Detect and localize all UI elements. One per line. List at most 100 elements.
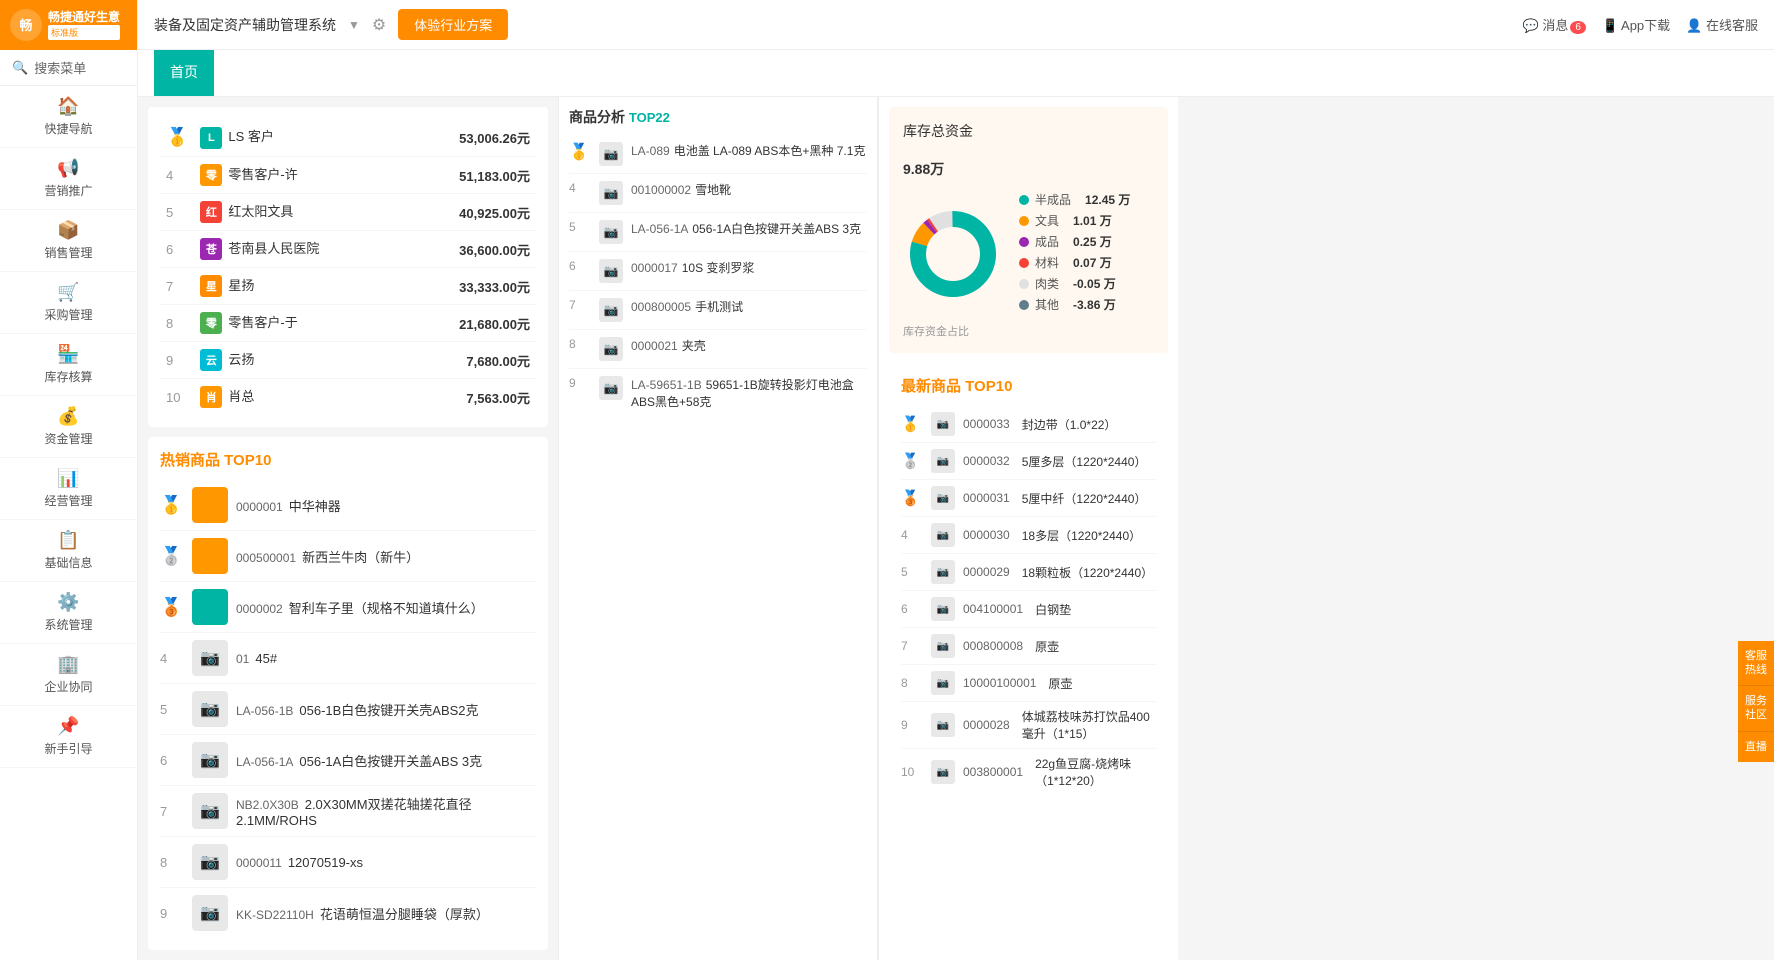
product-info: 001000002雪地靴	[631, 181, 867, 198]
product-image: 📷	[599, 298, 623, 322]
float-btn-community[interactable]: 服务社区	[1738, 686, 1774, 732]
sidebar-item-label: 采购管理	[44, 306, 92, 323]
sidebar-item-company[interactable]: 🏢 企业协同	[0, 644, 137, 706]
list-item: 9📷0000028体城荔枝味苏打饮品400毫升（1*15）	[901, 702, 1156, 749]
customer-badge: 零	[200, 312, 222, 334]
sidebar-item-label: 快捷导航	[44, 120, 92, 137]
sidebar-item-label: 经营管理	[44, 492, 92, 509]
sidebar-item-base[interactable]: 📋 基础信息	[0, 520, 137, 582]
sidebar-item-home[interactable]: 🏠 快捷导航	[0, 86, 137, 148]
sidebar-item-market[interactable]: 📢 营销推广	[0, 148, 137, 210]
placeholder-icon: 📷	[937, 641, 949, 652]
legend-item: 半成品12.45 万	[1019, 191, 1130, 208]
float-btn-service[interactable]: 客服热线	[1738, 641, 1774, 687]
sidebar: 畅 畅捷通好生意 标准版 🔍 搜索菜单 🏠 快捷导航 📢 营销推广 📦 销售管理…	[0, 0, 138, 960]
search-icon: 🔍	[12, 60, 28, 76]
product-image: 📷	[192, 691, 228, 727]
donut-section: 半成品12.45 万文具1.01 万成品0.25 万材料0.07 万肉类-0.0…	[903, 191, 1154, 317]
legend-label: 肉类	[1035, 275, 1059, 292]
product-info: 000001710S 变刹罗浆	[631, 259, 867, 276]
guide-icon: 📌	[57, 716, 79, 737]
search-menu[interactable]: 🔍 搜索菜单	[0, 50, 137, 86]
sidebar-item-label: 新手引导	[44, 740, 92, 757]
product-code: 000500001	[236, 551, 296, 565]
legend-value: 0.07 万	[1073, 254, 1112, 271]
product-name: 056-1B白色按键开关壳ABS2克	[299, 703, 478, 718]
product-image: 📷	[931, 449, 955, 473]
trial-btn[interactable]: 体验行业方案	[398, 9, 508, 40]
rank-cell: 10	[160, 379, 194, 416]
legend-dot	[1019, 237, 1029, 247]
online-service-btn[interactable]: 👤 在线客服	[1686, 15, 1758, 34]
customer-name-cell: 零零售客户-许	[194, 157, 403, 194]
list-item: 5📷LA-056-1A056-1A白色按键开关盖ABS 3克	[569, 213, 867, 252]
legend-label: 其他	[1035, 296, 1059, 313]
content-area: 🥇LLS 客户53,006.26元4零零售客户-许51,183.00元5红红太阳…	[138, 97, 1774, 960]
placeholder-icon: 📷	[604, 147, 619, 161]
search-label: 搜索菜单	[34, 58, 86, 77]
sidebar-item-guide[interactable]: 📌 新手引导	[0, 706, 137, 768]
product-code: 0000031	[963, 491, 1010, 505]
sidebar-item-ops[interactable]: 📊 经营管理	[0, 458, 137, 520]
list-item: 🥇0000001中华神器	[160, 480, 536, 531]
product-image: 📷	[192, 640, 228, 676]
product-image: 📷	[931, 560, 955, 584]
purchase-icon: 🛒	[57, 282, 79, 303]
sidebar-item-label: 营销推广	[44, 182, 92, 199]
placeholder-icon: 📷	[937, 419, 949, 430]
product-image: 📷	[599, 376, 623, 400]
rank-cell: 5	[160, 194, 194, 231]
page-nav: 首页	[138, 50, 1774, 97]
product-image: 📷	[192, 742, 228, 778]
product-name: 雪地靴	[695, 183, 731, 197]
mid-products-list: 🥇📷LA-089电池盖 LA-089 ABS本色+黑种 7.1克4📷001000…	[569, 135, 867, 417]
product-info: 0145#	[236, 651, 277, 666]
amount-cell: 33,333.00元	[404, 268, 536, 305]
placeholder-icon: 📷	[604, 264, 619, 278]
list-item: 8📷000001112070519-xs	[160, 837, 536, 888]
app-download-btn[interactable]: 📱 App下载	[1602, 15, 1670, 34]
product-info: 000500001 新西兰牛肉（新牛）	[236, 547, 419, 566]
sidebar-item-finance[interactable]: 💰 资金管理	[0, 396, 137, 458]
sales-icon: 📦	[57, 220, 79, 241]
product-name: 10S 变刹罗浆	[682, 261, 755, 275]
rank-cell: 🥇	[160, 119, 194, 157]
product-name: 18颗粒板（1220*2440）	[1022, 564, 1153, 581]
sidebar-item-sales[interactable]: 📦 销售管理	[0, 210, 137, 272]
amount-cell: 21,680.00元	[404, 305, 536, 342]
gear-icon[interactable]: ⚙	[372, 15, 386, 35]
rank-badge: 🥈	[160, 546, 184, 567]
product-code: 004100001	[963, 602, 1023, 616]
product-name: 45#	[255, 651, 277, 666]
placeholder-icon: 📷	[200, 648, 220, 668]
product-info: 000800005手机测试	[631, 298, 867, 315]
rank-cell: 7	[160, 268, 194, 305]
placeholder-icon: 📷	[937, 530, 949, 541]
placeholder-icon: 📷	[937, 456, 949, 467]
list-item: 4📷000003018多层（1220*2440）	[901, 517, 1156, 554]
product-info: 0000002智利车子里（规格不知道填什么）	[236, 598, 484, 617]
base-icon: 📋	[57, 530, 79, 551]
legend-item: 肉类-0.05 万	[1019, 275, 1130, 292]
customer-badge: L	[200, 127, 222, 149]
system-title: 装备及固定资产辅助管理系统	[154, 15, 336, 35]
legend-dot	[1019, 195, 1029, 205]
legend-value: 0.25 万	[1073, 233, 1112, 250]
product-image: 📷	[931, 486, 955, 510]
sidebar-item-system[interactable]: ⚙️ 系统管理	[0, 582, 137, 644]
list-item: 5📷LA-056-1B056-1B白色按键开关壳ABS2克	[160, 684, 536, 735]
sidebar-item-label: 销售管理	[44, 244, 92, 261]
market-icon: 📢	[57, 158, 79, 179]
product-name: 新西兰牛肉（新牛）	[302, 550, 419, 565]
float-btn-live[interactable]: 直播	[1738, 732, 1774, 762]
legend-item: 成品0.25 万	[1019, 233, 1130, 250]
sidebar-item-purchase[interactable]: 🛒 采购管理	[0, 272, 137, 334]
product-info: 000001112070519-xs	[236, 855, 363, 870]
legend-dot	[1019, 258, 1029, 268]
amount-cell: 36,600.00元	[404, 231, 536, 268]
dropdown-icon[interactable]: ▼	[348, 18, 360, 32]
table-row: 9云云扬7,680.00元	[160, 342, 536, 379]
tab-home[interactable]: 首页	[154, 50, 214, 96]
sidebar-item-stock[interactable]: 🏪 库存核算	[0, 334, 137, 396]
message-btn[interactable]: 💬 消息6	[1523, 15, 1586, 34]
